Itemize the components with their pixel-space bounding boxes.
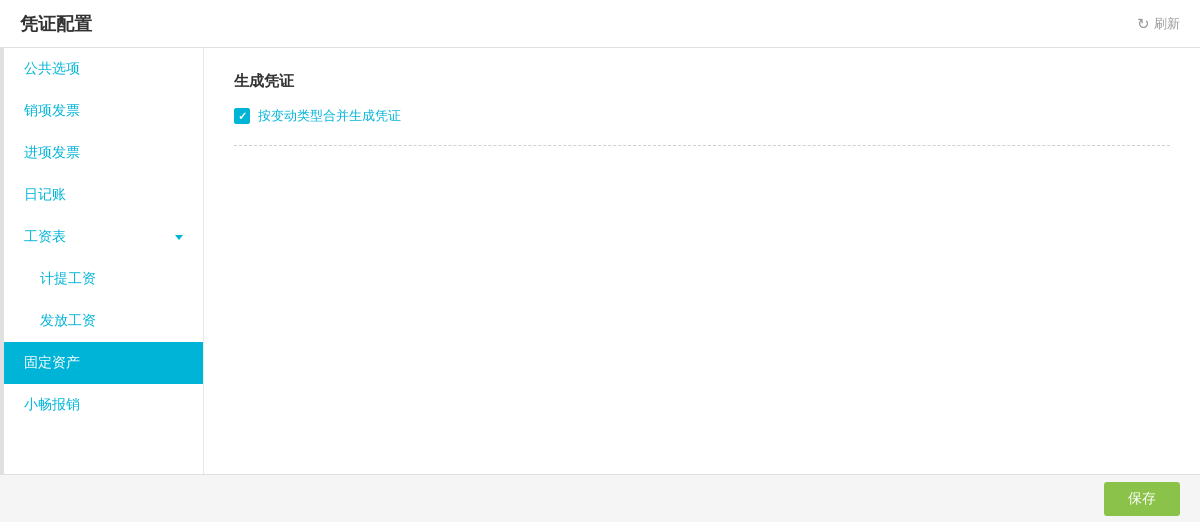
- sidebar-item-label: 固定资产: [24, 354, 80, 372]
- sidebar-item-expense-claim[interactable]: 小畅报销: [4, 384, 203, 426]
- sidebar-item-pay-salary[interactable]: 发放工资: [4, 300, 203, 342]
- sidebar-item-label: 进项发票: [24, 144, 80, 162]
- section-title: 生成凭证: [234, 72, 1170, 91]
- sidebar-item-sales-invoice[interactable]: 销项发票: [4, 90, 203, 132]
- content-area: 生成凭证 按变动类型合并生成凭证: [204, 48, 1200, 474]
- sidebar-item-public-options[interactable]: 公共选项: [4, 48, 203, 90]
- sidebar-item-label: 发放工资: [40, 312, 96, 330]
- save-button[interactable]: 保存: [1104, 482, 1180, 516]
- footer: 保存: [0, 474, 1200, 522]
- sidebar: 公共选项销项发票进项发票日记账工资表计提工资发放工资固定资产小畅报销: [4, 48, 204, 474]
- chevron-down-icon: [175, 235, 183, 240]
- sidebar-item-label: 计提工资: [40, 270, 96, 288]
- main-layout: 公共选项销项发票进项发票日记账工资表计提工资发放工资固定资产小畅报销 生成凭证 …: [0, 48, 1200, 474]
- sidebar-item-label: 公共选项: [24, 60, 80, 78]
- section-divider: [234, 145, 1170, 146]
- checkbox-label: 按变动类型合并生成凭证: [258, 107, 401, 125]
- refresh-icon: ↻: [1137, 15, 1150, 33]
- page-title: 凭证配置: [20, 12, 92, 36]
- sidebar-item-label: 日记账: [24, 186, 66, 204]
- sidebar-item-fixed-assets[interactable]: 固定资产: [4, 342, 203, 384]
- refresh-label: 刷新: [1154, 15, 1180, 33]
- sidebar-item-calc-salary[interactable]: 计提工资: [4, 258, 203, 300]
- checkbox-row: 按变动类型合并生成凭证: [234, 107, 1170, 125]
- sidebar-item-journal[interactable]: 日记账: [4, 174, 203, 216]
- header: 凭证配置 ↻ 刷新: [0, 0, 1200, 48]
- refresh-button[interactable]: ↻ 刷新: [1137, 15, 1180, 33]
- merge-by-type-checkbox[interactable]: [234, 108, 250, 124]
- sidebar-item-payroll-table[interactable]: 工资表: [4, 216, 203, 258]
- sidebar-item-label: 小畅报销: [24, 396, 80, 414]
- sidebar-item-purchase-invoice[interactable]: 进项发票: [4, 132, 203, 174]
- sidebar-item-label: 销项发票: [24, 102, 80, 120]
- sidebar-item-label: 工资表: [24, 228, 66, 246]
